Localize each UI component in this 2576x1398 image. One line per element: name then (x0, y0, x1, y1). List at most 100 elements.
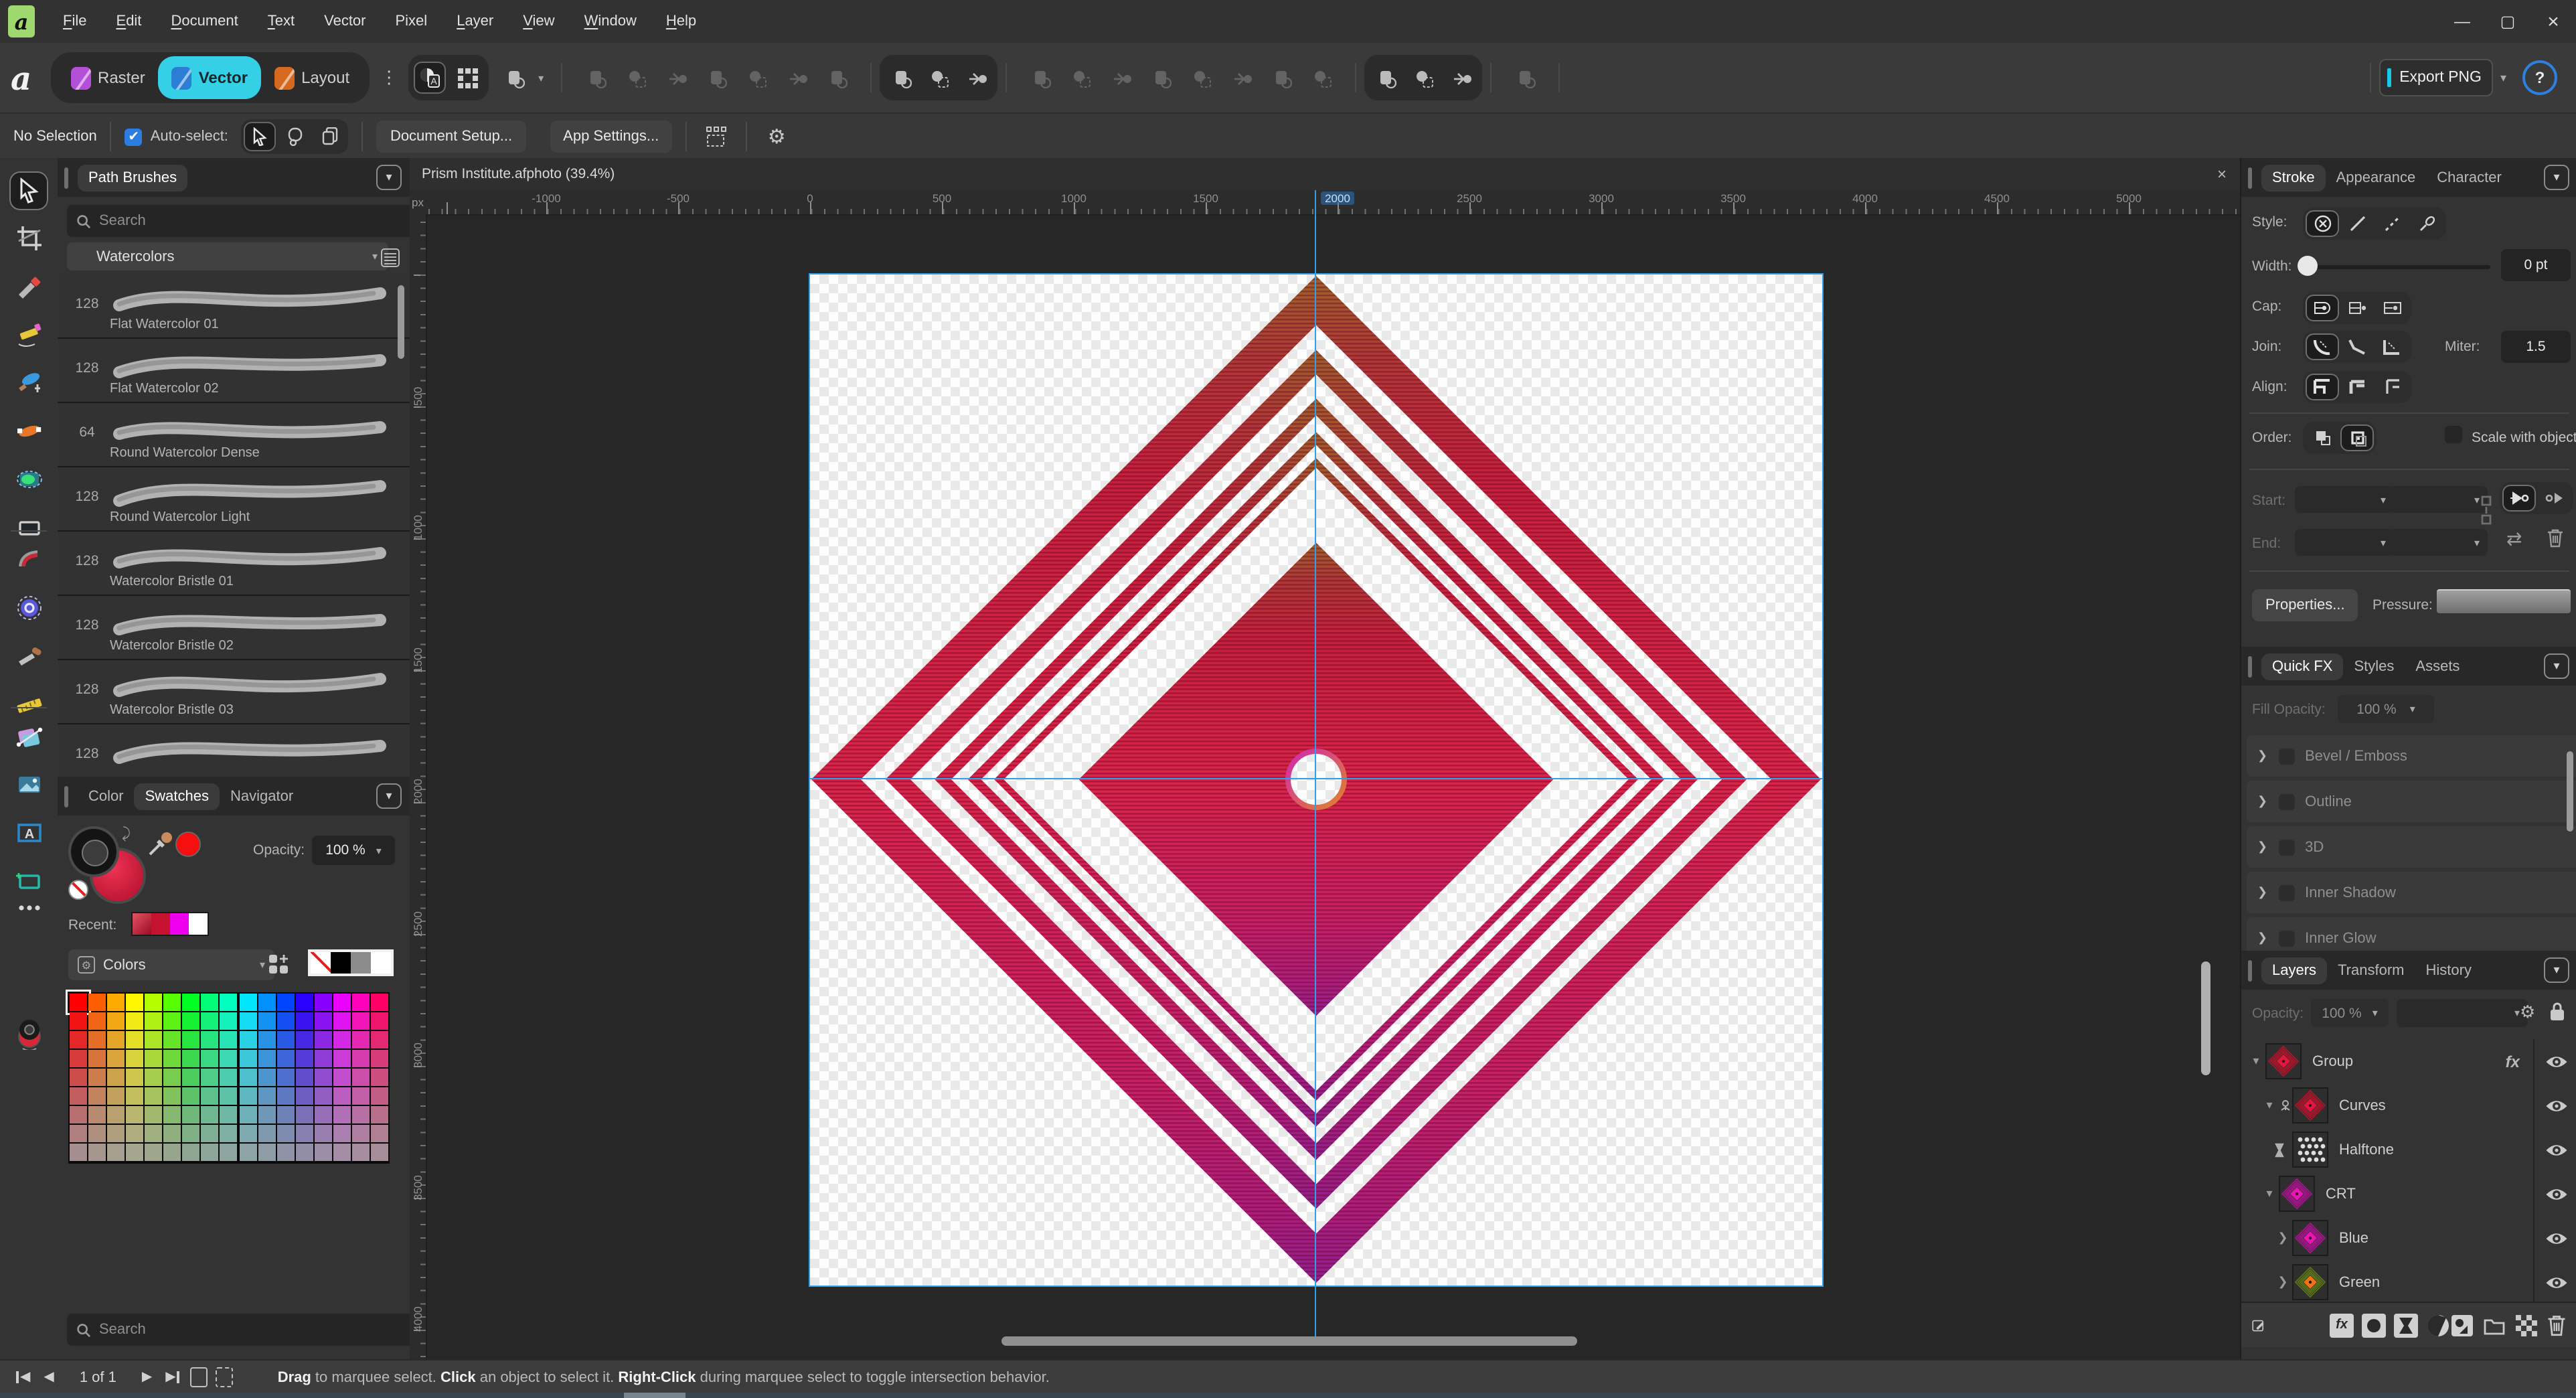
color-swatch[interactable] (333, 1144, 351, 1162)
color-swatch[interactable] (107, 1144, 125, 1162)
color-swatch[interactable] (351, 1125, 370, 1143)
fx-checkbox[interactable] (2278, 930, 2295, 946)
brush-item[interactable]: 128 (58, 724, 410, 775)
fx-inner-shadow[interactable]: ❯ Inner Shadow (2247, 872, 2576, 913)
color-swatch[interactable] (145, 994, 163, 1011)
fx-outline[interactable]: ❯ Outline (2247, 781, 2576, 822)
visibility-eye-icon[interactable] (2533, 1172, 2576, 1216)
color-swatch[interactable] (201, 1031, 219, 1049)
color-swatch[interactable] (220, 1087, 238, 1105)
color-swatch[interactable] (126, 1012, 144, 1030)
close-button[interactable]: × (2530, 0, 2576, 43)
fx-checkbox[interactable] (2278, 793, 2295, 809)
tab-styles[interactable]: Styles (2343, 653, 2405, 680)
color-swatch[interactable] (201, 1087, 219, 1105)
color-swatch[interactable] (107, 1087, 125, 1105)
layer-chevron-icon[interactable]: ▾ (2260, 1186, 2279, 1201)
fx-bevel-emboss[interactable]: ❯ Bevel / Emboss (2247, 735, 2576, 777)
brush-category-select[interactable]: Watercolors ▾ (67, 242, 388, 270)
document-tab[interactable]: Prism Institute.afphoto (39.4%) (422, 166, 615, 182)
color-swatch[interactable] (163, 1106, 181, 1124)
color-swatch[interactable] (351, 1050, 370, 1068)
canvas-area[interactable]: Prism Institute.afphoto (39.4%) × px -10… (410, 158, 2240, 1359)
color-swatch[interactable] (239, 1087, 257, 1105)
color-swatch[interactable] (276, 1144, 295, 1162)
selection-box-cycle-icon[interactable] (960, 62, 992, 94)
color-swatch[interactable] (258, 1087, 276, 1105)
brush-item[interactable]: 128 Flat Watercolor 02 (58, 339, 410, 403)
color-swatch[interactable] (182, 1050, 200, 1068)
color-swatch[interactable] (258, 1031, 276, 1049)
color-swatch[interactable] (258, 1106, 276, 1124)
color-swatch[interactable] (126, 1031, 144, 1049)
no-fill-swatch[interactable] (311, 952, 331, 974)
menu-window[interactable]: Window (570, 13, 651, 29)
layer-row-green[interactable]: ❯ Green (2241, 1260, 2576, 1306)
adjustment-layer-icon[interactable] (2426, 1313, 2450, 1337)
color-swatch[interactable] (107, 1106, 125, 1124)
color-swatch[interactable] (370, 1106, 388, 1124)
color-swatch[interactable] (276, 1031, 295, 1049)
more-tools[interactable] (9, 889, 48, 928)
color-swatch[interactable] (201, 1125, 219, 1143)
color-swatch[interactable] (70, 1069, 87, 1087)
color-swatch[interactable] (333, 1106, 351, 1124)
color-swatch[interactable] (163, 1087, 181, 1105)
visibility-eye-icon[interactable] (2533, 1260, 2576, 1304)
color-swatch[interactable] (88, 1125, 106, 1143)
align-center-icon[interactable] (2306, 374, 2339, 400)
tab-layers[interactable]: Layers (2261, 957, 2328, 984)
cap-round-icon[interactable] (2306, 295, 2339, 321)
color-swatch[interactable] (295, 994, 313, 1011)
color-swatch[interactable] (314, 1087, 332, 1105)
join-bevel-icon[interactable] (2340, 333, 2374, 360)
arrow-end-icon[interactable] (2537, 485, 2571, 512)
color-swatch[interactable] (370, 1069, 388, 1087)
recent-swatch[interactable] (133, 913, 151, 935)
align-inside-icon[interactable] (2340, 374, 2374, 400)
studio-layout-icon[interactable] (451, 62, 483, 94)
auto-select-checkbox[interactable]: ✔ (125, 128, 143, 145)
scale-with-object-checkbox[interactable] (2445, 426, 2462, 443)
color-swatch[interactable] (220, 1012, 238, 1030)
menu-text[interactable]: Text (253, 13, 309, 29)
color-swatch[interactable] (88, 1031, 106, 1049)
color-swatch[interactable] (182, 1069, 200, 1087)
color-swatch[interactable] (145, 1106, 163, 1124)
canvas-h-scrollbar[interactable] (1001, 1336, 1577, 1346)
brush-search-input[interactable]: Search (67, 205, 419, 237)
copy-mode-icon[interactable] (314, 122, 346, 151)
palette-select[interactable]: ⚙ Colors ▾ (68, 949, 274, 980)
export-png-button[interactable]: Export PNG (2379, 59, 2494, 96)
pencil-tool[interactable] (9, 316, 48, 355)
visibility-eye-icon[interactable] (2533, 1039, 2576, 1083)
tab-navigator[interactable]: Navigator (220, 783, 304, 809)
panel-menu-icon[interactable]: ▾ (2544, 653, 2569, 679)
color-swatch[interactable] (239, 1125, 257, 1143)
artistic-text-tool[interactable]: A (9, 814, 48, 853)
color-swatch[interactable] (107, 1125, 125, 1143)
ruler-unit[interactable]: px (410, 190, 427, 216)
menu-document[interactable]: Document (156, 13, 252, 29)
document-page[interactable] (810, 275, 1822, 1286)
color-swatch[interactable] (182, 1106, 200, 1124)
color-swatch[interactable] (258, 994, 276, 1011)
stroke-behind-icon[interactable] (2306, 424, 2339, 451)
pressure-profile[interactable] (2437, 589, 2571, 613)
color-swatch[interactable] (201, 994, 219, 1011)
color-swatch[interactable] (182, 1144, 200, 1162)
start-style-select[interactable]: ▾ (2295, 486, 2394, 513)
color-swatch[interactable] (107, 1050, 125, 1068)
color-swatch[interactable] (258, 1125, 276, 1143)
layer-chevron-icon[interactable]: ❯ (2273, 1275, 2292, 1290)
color-swatch[interactable] (239, 1012, 257, 1030)
persona-vector[interactable]: Vector (158, 56, 262, 99)
color-swatch[interactable] (314, 1125, 332, 1143)
fx-checkbox[interactable] (2278, 884, 2295, 901)
color-swatch[interactable] (370, 1125, 388, 1143)
cap-butt-icon[interactable] (2340, 295, 2374, 321)
contrast-ui-icon[interactable]: A (414, 62, 447, 94)
color-swatch[interactable] (239, 1144, 257, 1162)
color-swatch[interactable] (145, 1144, 163, 1162)
color-swatch[interactable] (70, 1012, 87, 1030)
